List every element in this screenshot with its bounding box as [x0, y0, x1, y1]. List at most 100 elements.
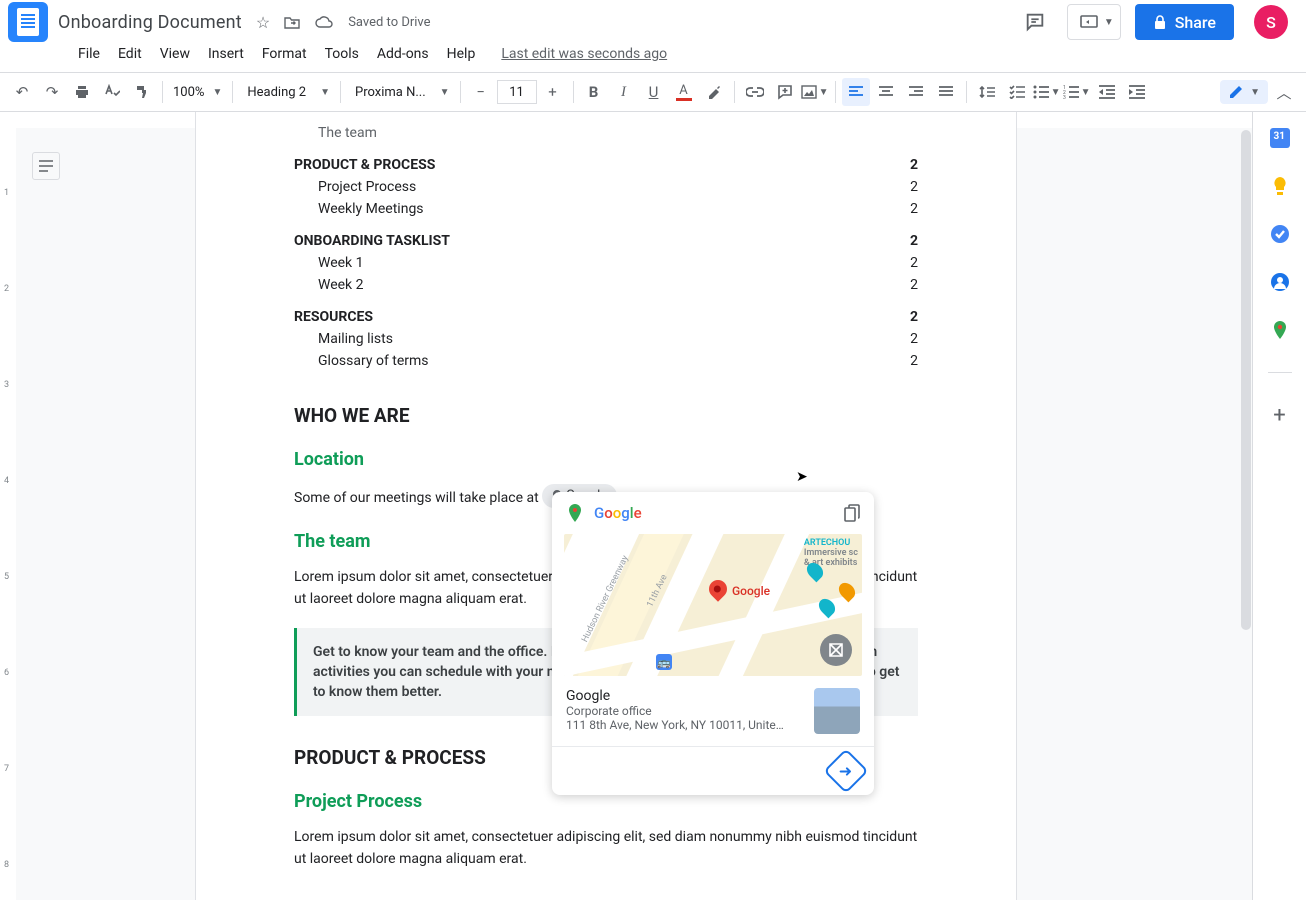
- comments-icon[interactable]: [1017, 4, 1053, 40]
- toc-item[interactable]: Mailing lists: [318, 328, 393, 350]
- map-pin-icon: [705, 576, 730, 601]
- editing-mode-button[interactable]: ▼: [1220, 80, 1268, 104]
- collapse-toolbar-button[interactable]: ︿: [1270, 78, 1298, 106]
- map-layers-button[interactable]: [820, 634, 852, 666]
- toc-item[interactable]: Week 1: [318, 252, 364, 274]
- heading-who-we-are[interactable]: WHO WE ARE: [294, 404, 918, 427]
- toc-item[interactable]: Week 2: [318, 274, 364, 296]
- font-size-input[interactable]: 11: [497, 80, 537, 104]
- saved-status: Saved to Drive: [348, 15, 430, 30]
- present-icon: [1080, 14, 1098, 30]
- directions-button[interactable]: ➜: [823, 748, 868, 793]
- toc-page: 2: [910, 328, 918, 350]
- highlight-button[interactable]: [700, 78, 728, 106]
- toolbar: ↶ ↷ 100%▼ Heading 2▼ Proxima N...▼ − 11 …: [0, 72, 1306, 112]
- undo-button[interactable]: ↶: [8, 78, 36, 106]
- tasks-icon[interactable]: [1270, 224, 1290, 244]
- toc-item[interactable]: Weekly Meetings: [318, 198, 424, 220]
- align-justify-button[interactable]: [932, 78, 960, 106]
- align-center-button[interactable]: [872, 78, 900, 106]
- insert-image-button[interactable]: ▼: [801, 78, 829, 106]
- line-spacing-button[interactable]: [973, 78, 1001, 106]
- docs-logo[interactable]: [8, 2, 48, 42]
- toc-heading[interactable]: ONBOARDING TASKLIST: [294, 230, 450, 252]
- menu-help[interactable]: Help: [439, 42, 484, 66]
- menu-file[interactable]: File: [70, 42, 108, 66]
- toc-page: 2: [910, 198, 918, 220]
- numbered-list-button[interactable]: 123▼: [1063, 78, 1091, 106]
- location-hover-card: Google Hudson River Greenway 11th Ave AR…: [552, 492, 874, 795]
- cursor-icon: ➤: [796, 469, 808, 485]
- keep-icon[interactable]: [1270, 176, 1290, 196]
- toc-item[interactable]: Glossary of terms: [318, 350, 429, 372]
- menu-tools[interactable]: Tools: [317, 42, 367, 66]
- separator: [1268, 372, 1292, 373]
- toc-page: 2: [910, 274, 918, 296]
- redo-button[interactable]: ↷: [38, 78, 66, 106]
- account-avatar[interactable]: S: [1254, 5, 1288, 39]
- toc-item[interactable]: Project Process: [318, 176, 416, 198]
- transit-icon: 🚌: [656, 654, 672, 670]
- toc-heading[interactable]: RESOURCES: [294, 306, 373, 328]
- spellcheck-button[interactable]: [98, 78, 126, 106]
- align-right-button[interactable]: [902, 78, 930, 106]
- paragraph-style-select[interactable]: Heading 2▼: [239, 85, 334, 100]
- menu-insert[interactable]: Insert: [200, 42, 252, 66]
- bulleted-list-button[interactable]: ▼: [1033, 78, 1061, 106]
- document-outline-button[interactable]: [32, 152, 60, 180]
- map-pin-label: Google: [732, 584, 770, 598]
- insert-comment-button[interactable]: [771, 78, 799, 106]
- toc-heading[interactable]: PRODUCT & PROCESS: [294, 154, 435, 176]
- vertical-ruler[interactable]: 12 34 56 78: [0, 128, 16, 900]
- pencil-icon: [1228, 84, 1244, 100]
- toc-page: 2: [910, 154, 918, 176]
- checklist-button[interactable]: [1003, 78, 1031, 106]
- menu-format[interactable]: Format: [254, 42, 315, 66]
- contacts-icon[interactable]: [1270, 272, 1290, 292]
- cloud-saved-icon: [314, 15, 334, 29]
- zoom-select[interactable]: 100%▼: [169, 85, 226, 100]
- increase-indent-button[interactable]: [1123, 78, 1151, 106]
- decrease-indent-button[interactable]: [1093, 78, 1121, 106]
- maps-pin-icon: [566, 504, 584, 522]
- toc-item[interactable]: The team: [318, 122, 377, 144]
- document-title[interactable]: Onboarding Document: [58, 12, 242, 33]
- side-panel: 31 +: [1252, 112, 1306, 900]
- toc-page: 2: [910, 230, 918, 252]
- align-left-button[interactable]: [842, 78, 870, 106]
- present-button[interactable]: ▼: [1067, 4, 1121, 40]
- star-icon[interactable]: ☆: [256, 13, 270, 32]
- menu-view[interactable]: View: [152, 42, 198, 66]
- maps-icon[interactable]: [1270, 320, 1290, 340]
- bold-button[interactable]: B: [580, 78, 608, 106]
- popover-title[interactable]: Google: [594, 504, 642, 522]
- last-edit-link[interactable]: Last edit was seconds ago: [493, 42, 675, 66]
- move-icon[interactable]: [284, 15, 300, 29]
- underline-button[interactable]: U: [640, 78, 668, 106]
- toc-page: 2: [910, 350, 918, 372]
- decrease-font-button[interactable]: −: [467, 78, 495, 106]
- place-address: 111 8th Ave, New York, NY 10011, United …: [566, 718, 786, 732]
- paragraph[interactable]: Lorem ipsum dolor sit amet, consectetuer…: [294, 826, 918, 870]
- increase-font-button[interactable]: +: [539, 78, 567, 106]
- print-button[interactable]: [68, 78, 96, 106]
- toc-page: 2: [910, 252, 918, 274]
- insert-link-button[interactable]: [741, 78, 769, 106]
- font-select[interactable]: Proxima N...▼: [347, 85, 454, 100]
- paint-format-button[interactable]: [128, 78, 156, 106]
- add-addon-button[interactable]: +: [1270, 405, 1290, 425]
- share-button[interactable]: Share: [1135, 4, 1234, 40]
- copy-link-button[interactable]: [844, 504, 860, 522]
- chevron-down-icon: ▼: [1250, 87, 1260, 98]
- chevron-down-icon: ▼: [1104, 17, 1114, 28]
- menu-addons[interactable]: Add-ons: [369, 42, 437, 66]
- calendar-icon[interactable]: 31: [1270, 128, 1290, 148]
- canvas[interactable]: 1 2 3 4 5 6 7 12 34 56 78 The team PRODU…: [0, 112, 1252, 900]
- map-preview[interactable]: Hudson River Greenway 11th Ave ARTECHOUI…: [564, 534, 862, 676]
- italic-button[interactable]: I: [610, 78, 638, 106]
- heading-location[interactable]: Location: [294, 449, 918, 470]
- place-name: Google: [566, 688, 804, 704]
- scrollbar[interactable]: [1241, 130, 1251, 630]
- text-color-button[interactable]: A: [670, 78, 698, 106]
- menu-edit[interactable]: Edit: [110, 42, 150, 66]
